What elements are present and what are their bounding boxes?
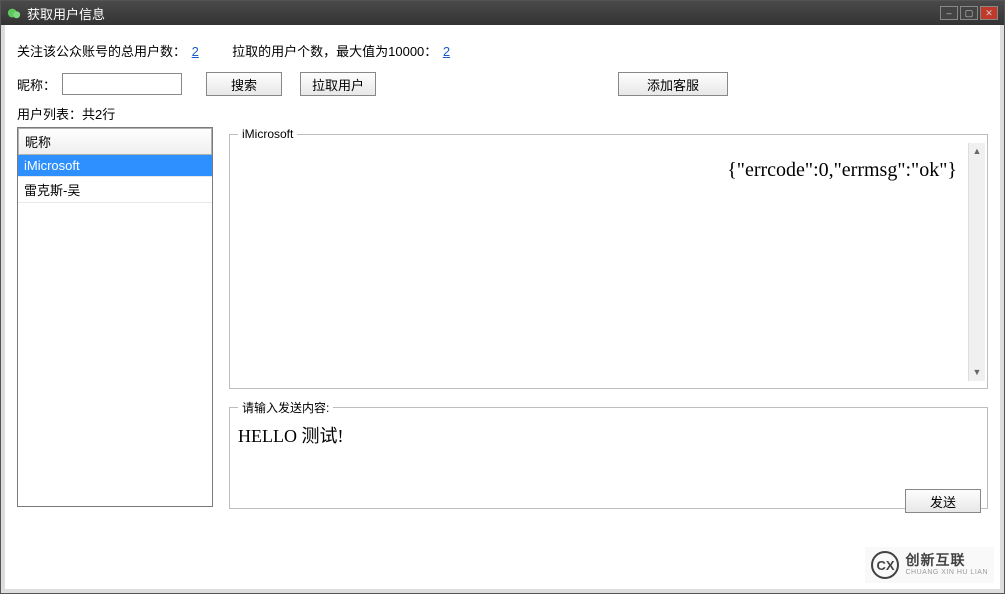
list-item[interactable]: iMicrosoft: [18, 155, 212, 177]
send-group: 请输入发送内容: 发送: [229, 399, 988, 509]
total-users-label: 关注该公众账号的总用户数：: [17, 44, 186, 59]
watermark-text: 创新互联 CHUANG XIN HU LIAN: [905, 553, 988, 576]
total-users-link[interactable]: 2: [192, 44, 199, 59]
left-column: 昵称 iMicrosoft 雷克斯-吴: [17, 127, 213, 567]
minimize-button[interactable]: –: [940, 6, 958, 20]
message-display[interactable]: {"errcode":0,"errmsg":"ok"} ▲ ▼: [232, 143, 985, 381]
app-icon: [7, 6, 21, 20]
pulled-users-link[interactable]: 2: [443, 44, 450, 59]
user-list[interactable]: 昵称 iMicrosoft 雷克斯-吴: [17, 127, 213, 507]
app-window: 获取用户信息 – ▢ ✕ 关注该公众账号的总用户数： 2 拉取的用户个数，最大值…: [0, 0, 1005, 594]
scroll-up-icon[interactable]: ▲: [969, 143, 985, 160]
window-title: 获取用户信息: [27, 4, 940, 23]
controls-row: 昵称： 搜索 拉取用户 添加客服: [17, 72, 988, 96]
watermark-en: CHUANG XIN HU LIAN: [905, 569, 988, 577]
message-text: {"errcode":0,"errmsg":"ok"}: [727, 159, 957, 182]
window-body: 关注该公众账号的总用户数： 2 拉取的用户个数，最大值为10000： 2 昵称：…: [1, 25, 1004, 593]
scroll-down-icon[interactable]: ▼: [969, 364, 985, 381]
pulled-users-label: 拉取的用户个数，最大值为10000：: [232, 44, 437, 59]
info-line: 关注该公众账号的总用户数： 2 拉取的用户个数，最大值为10000： 2: [17, 41, 988, 60]
nickname-label: 昵称：: [17, 75, 56, 94]
message-legend: iMicrosoft: [238, 127, 297, 141]
maximize-button[interactable]: ▢: [960, 6, 978, 20]
user-list-header[interactable]: 昵称: [18, 128, 212, 155]
titlebar[interactable]: 获取用户信息 – ▢ ✕: [1, 1, 1004, 25]
pull-users-button[interactable]: 拉取用户: [300, 72, 376, 96]
send-legend: 请输入发送内容:: [238, 399, 333, 416]
main-row: 昵称 iMicrosoft 雷克斯-吴 iMicrosoft {"errcode…: [17, 127, 988, 567]
user-list-label: 用户列表：共2行: [17, 104, 988, 123]
send-input[interactable]: [232, 418, 985, 484]
close-button[interactable]: ✕: [980, 6, 998, 20]
watermark: CX 创新互联 CHUANG XIN HU LIAN: [865, 547, 994, 583]
scrollbar[interactable]: ▲ ▼: [968, 143, 985, 381]
right-column: iMicrosoft {"errcode":0,"errmsg":"ok"} ▲…: [229, 127, 988, 567]
window-controls: – ▢ ✕: [940, 6, 998, 20]
add-customer-service-button[interactable]: 添加客服: [618, 72, 728, 96]
list-item[interactable]: 雷克斯-吴: [18, 177, 212, 203]
watermark-logo-icon: CX: [871, 551, 899, 579]
nickname-input[interactable]: [62, 73, 182, 95]
watermark-cn: 创新互联: [905, 553, 988, 568]
send-button[interactable]: 发送: [905, 489, 981, 513]
message-group: iMicrosoft {"errcode":0,"errmsg":"ok"} ▲…: [229, 127, 988, 389]
search-button[interactable]: 搜索: [206, 72, 282, 96]
